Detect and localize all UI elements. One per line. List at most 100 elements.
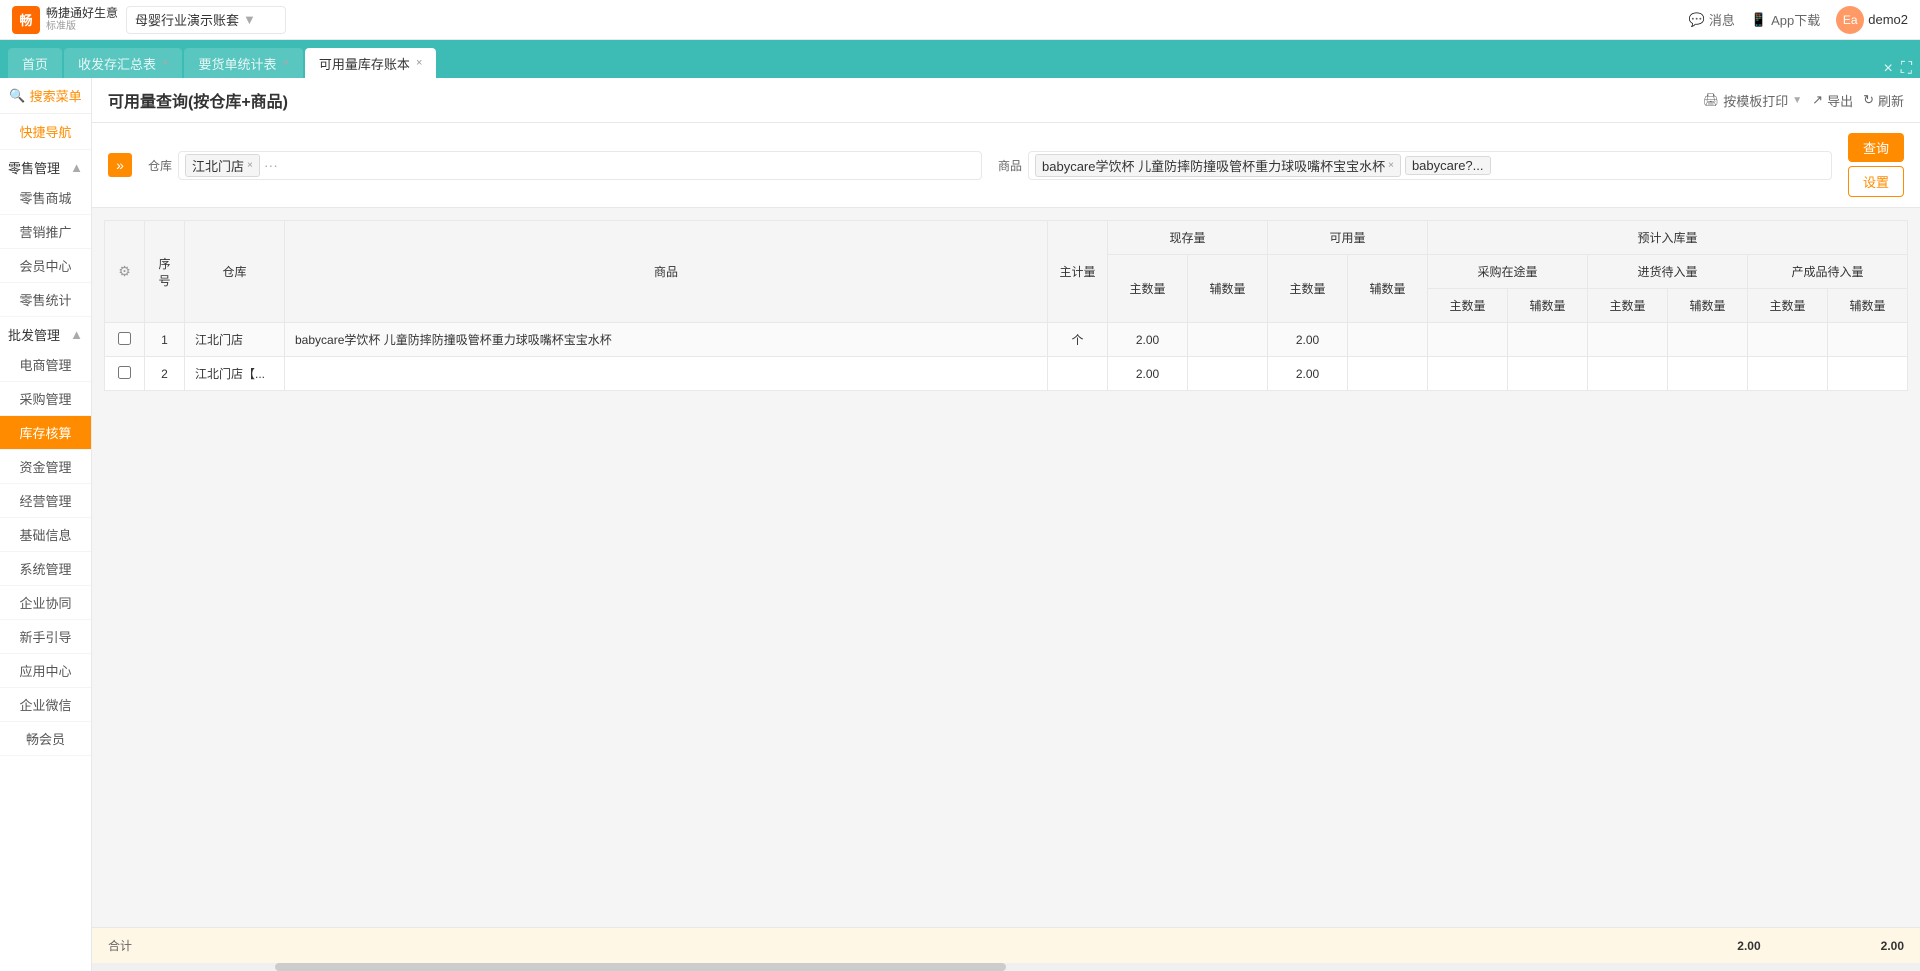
user-area[interactable]: Ea demo2 (1836, 6, 1908, 34)
sidebar-item-finance[interactable]: 资金管理 (0, 450, 91, 484)
col-current-main-header: 主数量 (1108, 255, 1188, 323)
row1-avail-main: 2.00 (1268, 323, 1348, 357)
sidebar-item-retail-mgmt[interactable]: 零售管理 ▲ (0, 150, 91, 181)
settings-button[interactable]: 设置 (1848, 166, 1904, 197)
goods-filter-container[interactable]: babycare学饮杯 儿童防摔防撞吸管杯重力球吸嘴杯宝宝水杯 × babyca… (1028, 151, 1832, 180)
warehouse-filter-label: 仓库 (148, 157, 172, 174)
warehouse-filter-container[interactable]: 江北门店 × ··· (178, 151, 982, 180)
row1-proc-aux (1508, 323, 1588, 357)
content-area: 可用量查询(按仓库+商品) 🖨 按模板打印 ▼ ↗ 导出 ↻ 刷新 » (92, 78, 1920, 971)
sidebar-item-retail-stats[interactable]: 零售统计 (0, 283, 91, 317)
message-button[interactable]: 💬 消息 (1689, 10, 1735, 29)
row1-checkbox[interactable] (105, 323, 145, 357)
tab-receipts-close[interactable]: × (162, 57, 168, 69)
warehouse-tag-close[interactable]: × (247, 160, 253, 171)
row2-checkbox[interactable] (105, 357, 145, 391)
sidebar-item-member[interactable]: 会员中心 (0, 249, 91, 283)
row2-avail-main: 2.00 (1268, 357, 1348, 391)
col-production-inbound-header: 产成品待入量 (1748, 255, 1908, 289)
tab-order-stats-label: 要货单统计表 (198, 54, 276, 73)
row1-unit: 个 (1048, 323, 1108, 357)
col-goods-header: 商品 (285, 221, 1048, 323)
sidebar-item-purchase[interactable]: 采购管理 (0, 382, 91, 416)
row1-warehouse: 江北门店 (185, 323, 285, 357)
scrollbar-thumb[interactable] (275, 963, 1006, 971)
top-bar-left: 畅 畅捷通好生意 标准版 母婴行业演示账套 ▼ (12, 6, 286, 34)
settings-icon[interactable]: ⚙ (118, 263, 131, 279)
sidebar-item-vip[interactable]: 畅会员 (0, 722, 91, 756)
row2-prod-main (1748, 357, 1828, 391)
tab-receipts[interactable]: 收发存汇总表 × (64, 48, 182, 78)
filter-toggle-button[interactable]: » (108, 153, 132, 177)
tab-available-stock[interactable]: 可用量库存账本 × (305, 48, 436, 78)
col-proc-aux-header: 辅数量 (1508, 289, 1588, 323)
sidebar-item-ecommerce[interactable]: 电商管理 (0, 348, 91, 382)
app-download-label: App下载 (1771, 10, 1820, 29)
col-current-stock-header: 现存量 (1108, 221, 1268, 255)
filter-actions: 查询 设置 (1848, 133, 1904, 197)
message-label: 消息 (1709, 10, 1735, 29)
sidebar-item-newbie[interactable]: 新手引导 (0, 620, 91, 654)
warehouse-tag-text: 江北门店 (192, 156, 244, 175)
row2-num: 2 (145, 357, 185, 391)
tab-home[interactable]: 首页 (8, 48, 62, 78)
row2-warehouse: 江北门店【... (185, 357, 285, 391)
sidebar-item-operations[interactable]: 经营管理 (0, 484, 91, 518)
sidebar: 🔍 搜索菜单 快捷导航 零售管理 ▲ 零售商城 营销推广 会员中心 零售统计 批… (0, 78, 92, 971)
tab-order-stats[interactable]: 要货单统计表 × (184, 48, 302, 78)
refresh-button[interactable]: ↻ 刷新 (1863, 91, 1904, 110)
col-available-header: 可用量 (1268, 221, 1428, 255)
goods-tag-1: babycare?... (1405, 156, 1491, 175)
col-procurement-header: 采购在途量 (1428, 255, 1588, 289)
sidebar-quick-nav[interactable]: 快捷导航 (0, 114, 91, 150)
warehouse-tag: 江北门店 × (185, 154, 260, 177)
sidebar-group-retail-label: 零售管理 (8, 158, 60, 177)
nav-close-button[interactable]: × (1883, 60, 1892, 78)
sidebar-item-marketing[interactable]: 营销推广 (0, 215, 91, 249)
sidebar-group-wholesale-chevron: ▲ (70, 327, 83, 342)
goods-tag-0: babycare学饮杯 儿童防摔防撞吸管杯重力球吸嘴杯宝宝水杯 × (1035, 154, 1401, 177)
app-download-button[interactable]: 📱 App下载 (1751, 10, 1820, 29)
table-area: ⚙ 序号 仓库 商品 主计量 现存量 可用量 预计入库量 主数量 辅数量 主数量 (92, 208, 1920, 927)
export-icon: ↗ (1812, 92, 1823, 108)
main-layout: 🔍 搜索菜单 快捷导航 零售管理 ▲ 零售商城 营销推广 会员中心 零售统计 批… (0, 78, 1920, 971)
tab-order-stats-close[interactable]: × (282, 57, 288, 69)
sidebar-item-wholesale-mgmt[interactable]: 批发管理 ▲ (0, 317, 91, 348)
data-table: ⚙ 序号 仓库 商品 主计量 现存量 可用量 预计入库量 主数量 辅数量 主数量 (104, 220, 1908, 391)
industry-selector[interactable]: 母婴行业演示账套 ▼ (126, 6, 286, 34)
query-button[interactable]: 查询 (1848, 133, 1904, 162)
nav-expand-button[interactable]: ⛶ (1901, 60, 1912, 78)
sidebar-group-retail-chevron: ▲ (70, 160, 83, 175)
export-button[interactable]: ↗ 导出 (1812, 91, 1853, 110)
col-settings-header: ⚙ (105, 221, 145, 323)
industry-label: 母婴行业演示账套 (135, 10, 239, 29)
row2-current-aux (1188, 357, 1268, 391)
row1-avail-aux (1348, 323, 1428, 357)
col-unit-header: 主计量 (1048, 221, 1108, 323)
sidebar-item-enterprise[interactable]: 企业协同 (0, 586, 91, 620)
sidebar-item-app-center[interactable]: 应用中心 (0, 654, 91, 688)
summary-label: 合计 (108, 937, 132, 954)
sidebar-item-basics[interactable]: 基础信息 (0, 518, 91, 552)
goods-tag-0-close[interactable]: × (1388, 160, 1394, 171)
tab-available-stock-close[interactable]: × (416, 57, 422, 69)
sidebar-item-retail-mall[interactable]: 零售商城 (0, 181, 91, 215)
print-button[interactable]: 🖨 按模板打印 ▼ (1703, 91, 1802, 110)
horizontal-scrollbar[interactable] (92, 963, 1920, 971)
print-icon: 🖨 (1703, 92, 1720, 108)
logo-sub: 标准版 (46, 21, 118, 33)
sidebar-item-inventory[interactable]: 库存核算 (0, 416, 91, 450)
refresh-icon: ↻ (1863, 92, 1874, 108)
warehouse-filter-group: 仓库 江北门店 × ··· (148, 151, 982, 180)
col-prod-aux-header: 辅数量 (1828, 289, 1908, 323)
table-row: 2 江北门店【... 2.00 2.00 (105, 357, 1908, 391)
sidebar-item-system[interactable]: 系统管理 (0, 552, 91, 586)
sidebar-item-wechat[interactable]: 企业微信 (0, 688, 91, 722)
summary-current-main: 2.00 (1737, 939, 1760, 953)
row1-current-aux (1188, 323, 1268, 357)
sidebar-search[interactable]: 🔍 搜索菜单 (0, 78, 91, 114)
row2-proc-main (1428, 357, 1508, 391)
row2-goods (285, 357, 1048, 391)
goods-filter-group: 商品 babycare学饮杯 儿童防摔防撞吸管杯重力球吸嘴杯宝宝水杯 × bab… (998, 151, 1832, 180)
footer-bar: 合计 2.00 2.00 (92, 927, 1920, 963)
